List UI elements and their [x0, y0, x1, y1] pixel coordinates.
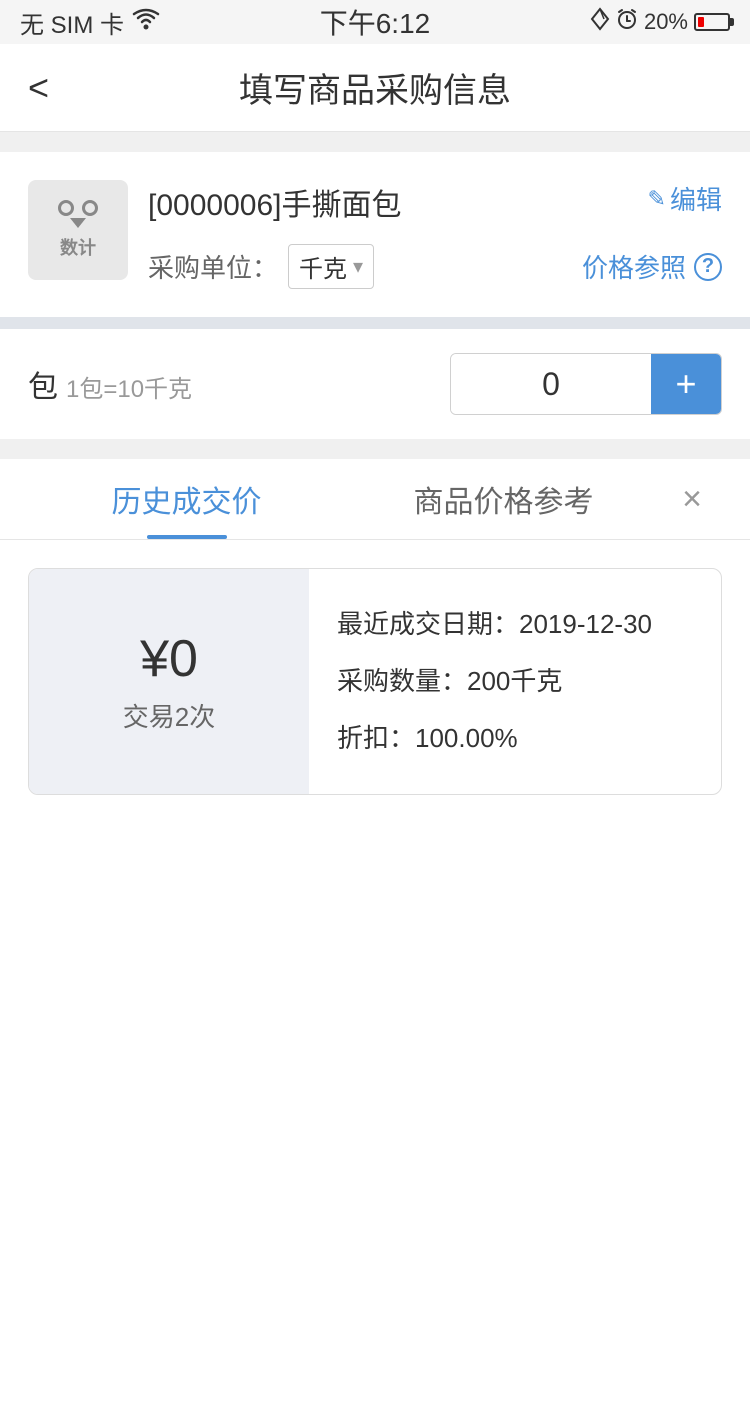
page-title: 填写商品采购信息: [239, 63, 511, 112]
quantity-input[interactable]: [451, 354, 651, 414]
status-time: 下午6:12: [320, 2, 431, 42]
quantity-value: 200千克: [467, 666, 562, 696]
history-discount-row: 折扣：100.00%: [337, 719, 693, 758]
main-background: [0, 823, 750, 1423]
product-info: [0000006]手撕面包 ✎ 编辑 采购单位： 千克 ▾ 价格参照 ?: [148, 180, 722, 289]
tab-content: ¥0 交易2次 最近成交日期：2019-12-30 采购数量：200千克 折扣：…: [0, 540, 750, 823]
tab-product-label: 商品价格参考: [414, 477, 594, 521]
history-quantity-row: 采购数量：200千克: [337, 662, 693, 701]
owl-eye-left: [58, 200, 74, 216]
product-title: 手撕面包: [281, 189, 401, 222]
unit-char: 包: [28, 362, 58, 406]
history-recent-date-row: 最近成交日期：2019-12-30: [337, 605, 693, 644]
discount-value: 100.00%: [415, 723, 518, 753]
edit-button[interactable]: ✎ 编辑: [648, 180, 722, 217]
product-logo: 数计: [58, 200, 98, 260]
quantity-label: 采购数量：: [337, 666, 467, 696]
quantity-row: 包 1包=10千克 +: [0, 329, 750, 439]
location-icon: [590, 7, 610, 37]
discount-label: 折扣：: [337, 723, 415, 753]
nav-bar: < 填写商品采购信息: [0, 44, 750, 132]
product-id: [0000006]: [148, 189, 281, 222]
history-card: ¥0 交易2次 最近成交日期：2019-12-30 采购数量：200千克 折扣：…: [28, 568, 722, 795]
owl-eyes: [58, 200, 98, 216]
owl-text: 数计: [60, 234, 96, 260]
tab-product-price-ref[interactable]: 商品价格参考: [345, 459, 662, 539]
recent-date-label: 最近成交日期：: [337, 609, 519, 639]
tab-close-button[interactable]: ×: [662, 459, 722, 539]
tab-history-price[interactable]: 历史成交价: [28, 459, 345, 539]
status-right: 20%: [590, 7, 730, 37]
unit-hint: 1包=10千克: [66, 369, 192, 404]
unit-value: 千克: [299, 249, 347, 284]
battery-icon: [694, 13, 730, 31]
question-icon: ?: [694, 253, 722, 281]
product-name: [0000006]手撕面包: [148, 180, 401, 224]
edit-icon: ✎: [648, 186, 666, 212]
history-price: ¥0: [140, 629, 198, 689]
price-ref-label: 价格参照: [582, 248, 686, 285]
status-left: 无 SIM 卡: [20, 5, 160, 40]
product-unit-row: 采购单位： 千克 ▾ 价格参照 ?: [148, 244, 722, 289]
product-thumbnail: 数计: [28, 180, 128, 280]
recent-date-value: 2019-12-30: [519, 609, 652, 639]
quantity-unit-label: 包 1包=10千克: [28, 362, 192, 406]
back-button[interactable]: <: [28, 70, 49, 106]
quantity-plus-button[interactable]: +: [651, 354, 721, 414]
alarm-icon: [616, 8, 638, 36]
product-header: [0000006]手撕面包 ✎ 编辑: [148, 180, 722, 224]
unit-label: 采购单位： 千克 ▾: [148, 244, 374, 289]
tab-section: 历史成交价 商品价格参考 × ¥0 交易2次 最近成交日期：2019-12-30…: [0, 459, 750, 823]
history-right: 最近成交日期：2019-12-30 采购数量：200千克 折扣：100.00%: [309, 569, 721, 794]
quantity-input-wrap: +: [450, 353, 722, 415]
battery-percent: 20%: [644, 9, 688, 35]
wifi-icon: [132, 8, 160, 37]
carrier-text: 无 SIM 卡: [20, 5, 124, 40]
unit-select[interactable]: 千克 ▾: [288, 244, 374, 289]
price-ref-button[interactable]: 价格参照 ?: [582, 248, 722, 285]
status-bar: 无 SIM 卡 下午6:12: [0, 0, 750, 44]
edit-label: 编辑: [670, 180, 722, 217]
history-left: ¥0 交易2次: [29, 569, 309, 794]
product-card: 数计 [0000006]手撕面包 ✎ 编辑 采购单位： 千克 ▾ 价格参照 ?: [0, 152, 750, 317]
divider-bar: [0, 317, 750, 329]
tab-bar: 历史成交价 商品价格参考 ×: [0, 459, 750, 540]
unit-label-text: 采购单位：: [148, 248, 278, 285]
owl-eye-right: [82, 200, 98, 216]
chevron-down-icon: ▾: [353, 254, 363, 279]
owl-beak: [70, 218, 86, 228]
history-trade-count: 交易2次: [123, 697, 215, 734]
tab-history-label: 历史成交价: [112, 477, 262, 521]
